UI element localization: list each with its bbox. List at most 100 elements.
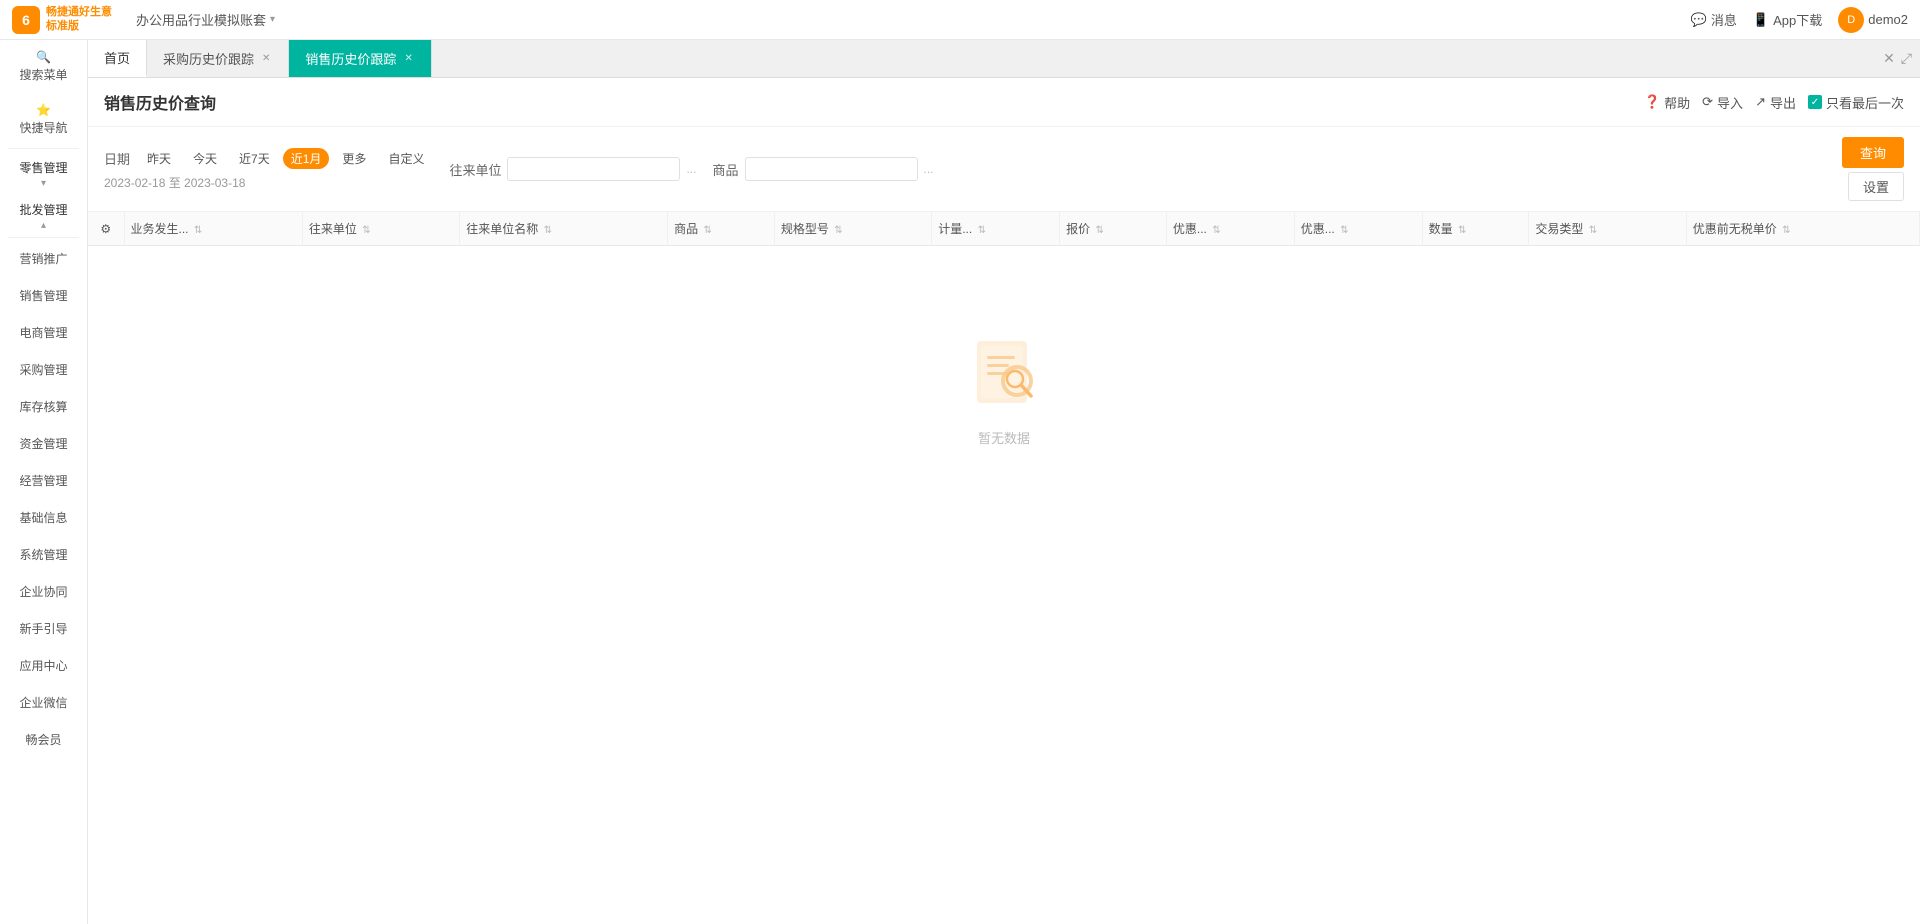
date-buttons-group: 日期 昨天 今天 近7天 近1月 更多 自定义 [104, 147, 433, 170]
sort-arrows-biz-date: ⇅ [194, 225, 202, 236]
sort-arrows-price: ⇅ [1095, 225, 1103, 236]
goods-dots[interactable]: ... [924, 162, 934, 176]
sidebar-item-sales-mgmt[interactable]: 销售管理 [0, 277, 87, 314]
sidebar: 🔍 搜索菜单 ⭐ 快捷导航 零售管理 ▾ 批发管理 ▴ 营销推广 销售管理 电商… [0, 40, 88, 924]
date-btn-more[interactable]: 更多 [333, 147, 375, 170]
checkbox-checked-icon: ✓ [1808, 95, 1822, 109]
th-unit[interactable]: 计量... ⇅ [932, 212, 1060, 246]
sidebar-item-purchase[interactable]: 采购管理 [0, 351, 87, 388]
account-selector[interactable]: 办公用品行业模拟账套 ▾ [136, 10, 275, 29]
filter-right-buttons: 查询 设置 [1842, 137, 1904, 201]
sidebar-item-marketing[interactable]: 营销推广 [0, 240, 87, 277]
import-icon: ⟳ [1702, 94, 1713, 110]
tab-close-purchase[interactable]: ✕ [260, 53, 272, 65]
sort-arrows-pretax-price: ⇅ [1782, 225, 1790, 236]
message-icon: 💬 [1691, 12, 1707, 28]
date-btn-custom[interactable]: 自定义 [379, 147, 433, 170]
tab-home[interactable]: 首页 [88, 40, 147, 77]
table-header-row: ⚙ 业务发生... ⇅ 往来单位 ⇅ 往来单位名称 ⇅ [88, 212, 1920, 246]
th-discount1[interactable]: 优惠... ⇅ [1166, 212, 1294, 246]
sidebar-item-basics[interactable]: 基础信息 [0, 499, 87, 536]
th-goods[interactable]: 商品 ⇅ [668, 212, 775, 246]
sort-arrows-unit: ⇅ [978, 225, 986, 236]
empty-icon [959, 326, 1049, 416]
content-area: 首页 采购历史价跟踪 ✕ 销售历史价跟踪 ✕ ✕ ⤢ 销售历史价查询 ❓ 帮 [88, 40, 1920, 924]
date-btn-today[interactable]: 今天 [184, 147, 226, 170]
sidebar-item-inventory[interactable]: 库存核算 [0, 388, 87, 425]
top-header: 6 畅捷通好生意 标准版 办公用品行业模拟账套 ▾ 💬 消息 📱 App下载 D… [0, 0, 1920, 40]
help-button[interactable]: ❓ 帮助 [1644, 93, 1690, 112]
logo-area: 6 畅捷通好生意 标准版 [12, 6, 112, 34]
sort-arrows-goods: ⇅ [703, 225, 711, 236]
sidebar-divider-1 [8, 148, 79, 149]
sidebar-item-search[interactable]: 🔍 搜索菜单 [0, 40, 87, 93]
restore-tab-action[interactable]: ⤢ [1901, 50, 1912, 67]
page-title: 销售历史价查询 [104, 90, 216, 114]
help-icon: ❓ [1644, 94, 1660, 110]
th-price[interactable]: 报价 ⇅ [1060, 212, 1167, 246]
th-spec[interactable]: 规格型号 ⇅ [774, 212, 931, 246]
th-unit-code[interactable]: 往来单位 ⇅ [302, 212, 459, 246]
export-icon: ↗ [1755, 94, 1766, 110]
import-button[interactable]: ⟳ 导入 [1702, 93, 1743, 112]
sidebar-item-ecommerce[interactable]: 电商管理 [0, 314, 87, 351]
goods-input[interactable] [745, 157, 918, 181]
chevron-down-icon: ▾ [270, 14, 275, 25]
th-pretax-price[interactable]: 优惠前无税单价 ⇅ [1686, 212, 1919, 246]
tab-purchase-history[interactable]: 采购历史价跟踪 ✕ [147, 40, 289, 77]
filter-bar: 日期 昨天 今天 近7天 近1月 更多 自定义 2023-02-18 至 202… [88, 127, 1920, 212]
message-nav[interactable]: 💬 消息 [1691, 10, 1737, 29]
date-btn-7days[interactable]: 近7天 [230, 147, 279, 170]
page-title-bar: 销售历史价查询 ❓ 帮助 ⟳ 导入 ↗ 导出 ✓ 只看最后一次 [88, 78, 1920, 127]
close-tab-action[interactable]: ✕ [1883, 50, 1895, 67]
chevron-up-icon: ▴ [41, 220, 46, 231]
main-layout: 🔍 搜索菜单 ⭐ 快捷导航 零售管理 ▾ 批发管理 ▴ 营销推广 销售管理 电商… [0, 40, 1920, 924]
source-unit-input[interactable] [507, 157, 680, 181]
sort-arrows-discount1: ⇅ [1212, 225, 1220, 236]
sort-arrows-spec: ⇅ [834, 225, 842, 236]
tab-bar: 首页 采购历史价跟踪 ✕ 销售历史价跟踪 ✕ ✕ ⤢ [88, 40, 1920, 78]
tab-spacer [432, 40, 1875, 77]
source-unit-filter: 往来单位 ... [449, 157, 696, 181]
date-btn-yesterday[interactable]: 昨天 [138, 147, 180, 170]
sidebar-item-wholesale[interactable]: 批发管理 ▴ [0, 193, 87, 235]
tab-sales-history[interactable]: 销售历史价跟踪 ✕ [289, 40, 431, 77]
th-unit-name[interactable]: 往来单位名称 ⇅ [460, 212, 668, 246]
chevron-down-icon: ▾ [41, 178, 46, 189]
th-quantity[interactable]: 数量 ⇅ [1422, 212, 1529, 246]
sidebar-item-finance[interactable]: 资金管理 [0, 425, 87, 462]
header-right: 💬 消息 📱 App下载 D demo2 [1691, 7, 1908, 33]
sidebar-item-enterprise[interactable]: 企业协同 [0, 573, 87, 610]
sidebar-item-guide[interactable]: 新手引导 [0, 610, 87, 647]
user-menu[interactable]: D demo2 [1838, 7, 1908, 33]
sidebar-item-wechat[interactable]: 企业微信 [0, 684, 87, 721]
date-range-text: 2023-02-18 至 2023-03-18 [104, 174, 433, 191]
sidebar-item-operations[interactable]: 经营管理 [0, 462, 87, 499]
phone-icon: 📱 [1753, 12, 1769, 28]
avatar: D [1838, 7, 1864, 33]
sidebar-divider-2 [8, 237, 79, 238]
sidebar-item-member[interactable]: 畅会员 [0, 721, 87, 758]
logo-icon: 6 [12, 6, 40, 34]
date-btn-1month[interactable]: 近1月 [283, 148, 330, 169]
query-button[interactable]: 查询 [1842, 137, 1904, 168]
data-table: ⚙ 业务发生... ⇅ 往来单位 ⇅ 往来单位名称 ⇅ [88, 212, 1920, 246]
app-download-nav[interactable]: 📱 App下载 [1753, 10, 1822, 29]
empty-text: 暂无数据 [978, 428, 1030, 447]
sidebar-item-retail[interactable]: 零售管理 ▾ [0, 151, 87, 193]
sidebar-item-system[interactable]: 系统管理 [0, 536, 87, 573]
sidebar-item-apps[interactable]: 应用中心 [0, 647, 87, 684]
only-last-checkbox[interactable]: ✓ 只看最后一次 [1808, 93, 1904, 112]
th-biz-date[interactable]: 业务发生... ⇅ [124, 212, 302, 246]
empty-illustration [959, 326, 1049, 416]
logo-text: 畅捷通好生意 标准版 [46, 6, 112, 32]
th-settings[interactable]: ⚙ [88, 212, 124, 246]
source-unit-dots[interactable]: ... [686, 162, 696, 176]
tab-close-sales[interactable]: ✕ [402, 53, 414, 65]
export-button[interactable]: ↗ 导出 [1755, 93, 1796, 112]
th-trade-type[interactable]: 交易类型 ⇅ [1529, 212, 1686, 246]
sidebar-item-shortcut[interactable]: ⭐ 快捷导航 [0, 93, 87, 146]
sort-arrows-trade-type: ⇅ [1589, 225, 1597, 236]
th-discount2[interactable]: 优惠... ⇅ [1294, 212, 1422, 246]
settings-button[interactable]: 设置 [1848, 172, 1904, 201]
